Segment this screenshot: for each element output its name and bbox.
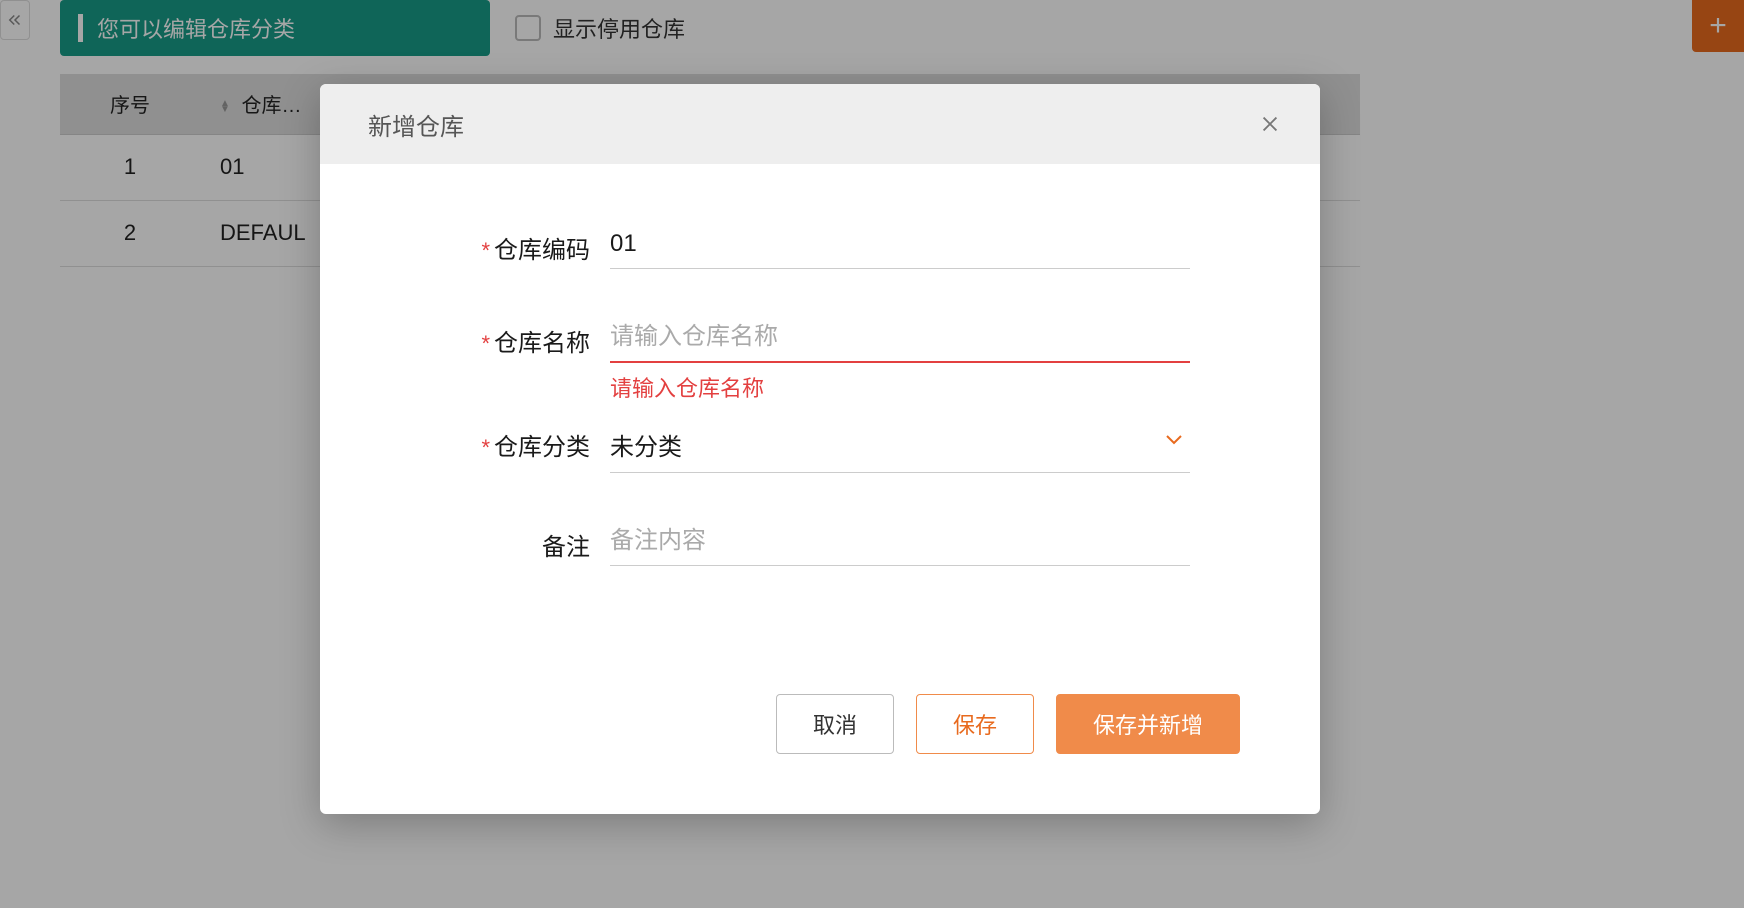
form-row-name: *仓库名称 请输入仓库名称 <box>420 317 1190 403</box>
form-row-code: *仓库编码 <box>420 224 1190 269</box>
modal-footer: 取消 保存 保存并新增 <box>320 694 1320 814</box>
category-value: 未分类 <box>610 421 1190 473</box>
label-remark: 备注 <box>420 521 590 562</box>
modal-header: 新增仓库 <box>320 84 1320 164</box>
form-row-remark: 备注 <box>420 521 1190 566</box>
label-name: *仓库名称 <box>420 317 590 358</box>
close-button[interactable] <box>1250 104 1290 144</box>
add-warehouse-modal: 新增仓库 *仓库编码 *仓库名称 请输入仓库名称 *仓库分类 <box>320 84 1320 814</box>
save-button[interactable]: 保存 <box>916 694 1034 754</box>
save-and-new-button[interactable]: 保存并新增 <box>1056 694 1240 754</box>
warehouse-category-select[interactable]: 未分类 <box>610 421 1190 473</box>
label-code: *仓库编码 <box>420 224 590 265</box>
modal-body: *仓库编码 *仓库名称 请输入仓库名称 *仓库分类 未分类 <box>320 164 1320 694</box>
modal-title: 新增仓库 <box>368 107 464 142</box>
name-error-message: 请输入仓库名称 <box>610 371 1190 403</box>
form-row-category: *仓库分类 未分类 <box>420 421 1190 473</box>
required-asterisk: * <box>481 435 490 460</box>
required-asterisk: * <box>481 238 490 263</box>
warehouse-code-input[interactable] <box>610 224 1190 269</box>
close-icon <box>1259 113 1281 135</box>
chevron-down-icon <box>1162 427 1186 456</box>
label-category: *仓库分类 <box>420 421 590 462</box>
cancel-button[interactable]: 取消 <box>776 694 894 754</box>
remark-input[interactable] <box>610 521 1190 566</box>
required-asterisk: * <box>481 331 490 356</box>
warehouse-name-input[interactable] <box>610 317 1190 363</box>
